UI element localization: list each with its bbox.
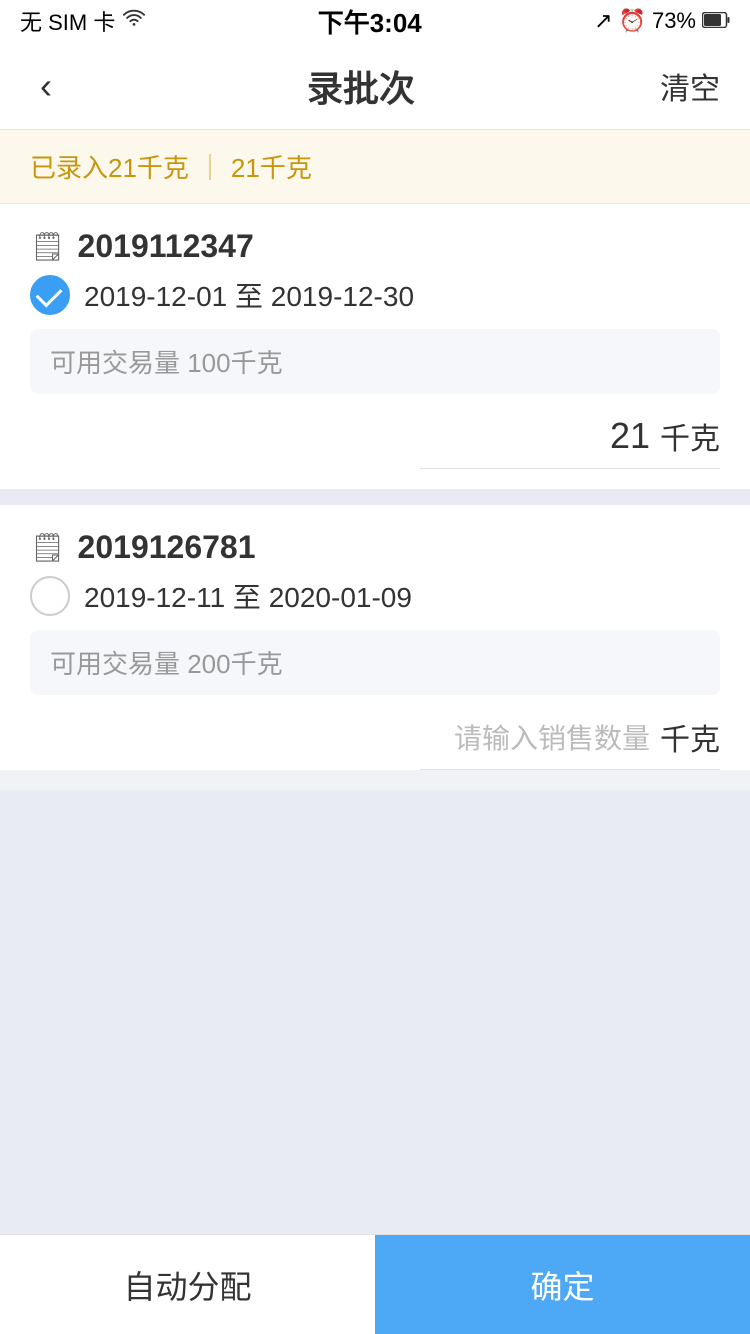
batch1-quantity-unit: 千克 bbox=[660, 414, 720, 458]
batch2-avail-box: 可用交易量 200千克 bbox=[30, 630, 720, 695]
batch2-input-divider bbox=[420, 769, 720, 770]
batch1-quantity-value: 21 bbox=[610, 415, 650, 457]
batch1-avail-text: 可用交易量 100千克 bbox=[50, 348, 283, 378]
batch1-quantity-divider bbox=[420, 468, 720, 469]
batch1-radio[interactable] bbox=[30, 275, 70, 315]
batch2-date-row: 2019-12-11 至 2020-01-09 bbox=[30, 576, 720, 616]
section-separator bbox=[0, 489, 750, 505]
recorded-label: 已录入21千克 bbox=[30, 148, 189, 185]
wifi-icon bbox=[123, 7, 145, 35]
grey-area bbox=[0, 790, 750, 1250]
alarm-icon: ⏰ bbox=[619, 8, 646, 34]
batch-item-2: 🗒 2019126781 2019-12-11 至 2020-01-09 可用交… bbox=[0, 505, 750, 695]
batch1-avail-box: 可用交易量 100千克 bbox=[30, 329, 720, 394]
batch1-date: 2019-12-01 至 2019-12-30 bbox=[84, 275, 414, 315]
batch1-header: 🗒 2019112347 bbox=[30, 228, 720, 265]
back-button[interactable]: ‹ bbox=[30, 55, 62, 117]
location-icon: ↗ bbox=[594, 8, 612, 34]
summary-divider bbox=[209, 154, 211, 180]
batch1-id: 2019112347 bbox=[78, 228, 254, 265]
batch-item-1: 🗒 2019112347 2019-12-01 至 2019-12-30 可用交… bbox=[0, 204, 750, 394]
batch2-input-placeholder: 请输入销售数量 bbox=[454, 717, 650, 757]
batch2-date: 2019-12-11 至 2020-01-09 bbox=[84, 576, 412, 616]
summary-bar: 已录入21千克 21千克 bbox=[0, 130, 750, 204]
batch2-input-row: 请输入销售数量 千克 bbox=[0, 695, 750, 769]
batch2-id: 2019126781 bbox=[78, 529, 256, 566]
main-content: 🗒 2019112347 2019-12-01 至 2019-12-30 可用交… bbox=[0, 204, 750, 770]
page-title: 录批次 bbox=[307, 60, 415, 112]
batch2-input-unit: 千克 bbox=[660, 715, 720, 759]
battery-text: 73% bbox=[652, 8, 696, 34]
status-left: 无 SIM 卡 bbox=[20, 5, 145, 37]
auto-distribute-button[interactable]: 自动分配 bbox=[0, 1235, 375, 1334]
carrier-text: 无 SIM 卡 bbox=[20, 5, 115, 37]
nav-bar: ‹ 录批次 清空 bbox=[0, 42, 750, 130]
confirm-button[interactable]: 确定 bbox=[375, 1235, 750, 1334]
total-label: 21千克 bbox=[231, 148, 312, 185]
batch2-header: 🗒 2019126781 bbox=[30, 529, 720, 566]
status-bar: 无 SIM 卡 下午3:04 ↗ ⏰ 73% bbox=[0, 0, 750, 42]
batch2-doc-icon: 🗒 bbox=[30, 531, 66, 564]
batch2-avail-text: 可用交易量 200千克 bbox=[50, 649, 283, 679]
batch1-doc-icon: 🗒 bbox=[30, 230, 66, 263]
clear-button[interactable]: 清空 bbox=[660, 64, 720, 108]
status-right: ↗ ⏰ 73% bbox=[594, 8, 730, 34]
batch1-quantity-row: 21 千克 bbox=[0, 394, 750, 468]
batch2-radio[interactable] bbox=[30, 576, 70, 616]
bottom-bar: 自动分配 确定 bbox=[0, 1234, 750, 1334]
status-time: 下午3:04 bbox=[318, 3, 422, 40]
battery-icon bbox=[702, 8, 730, 34]
batch1-date-row: 2019-12-01 至 2019-12-30 bbox=[30, 275, 720, 315]
